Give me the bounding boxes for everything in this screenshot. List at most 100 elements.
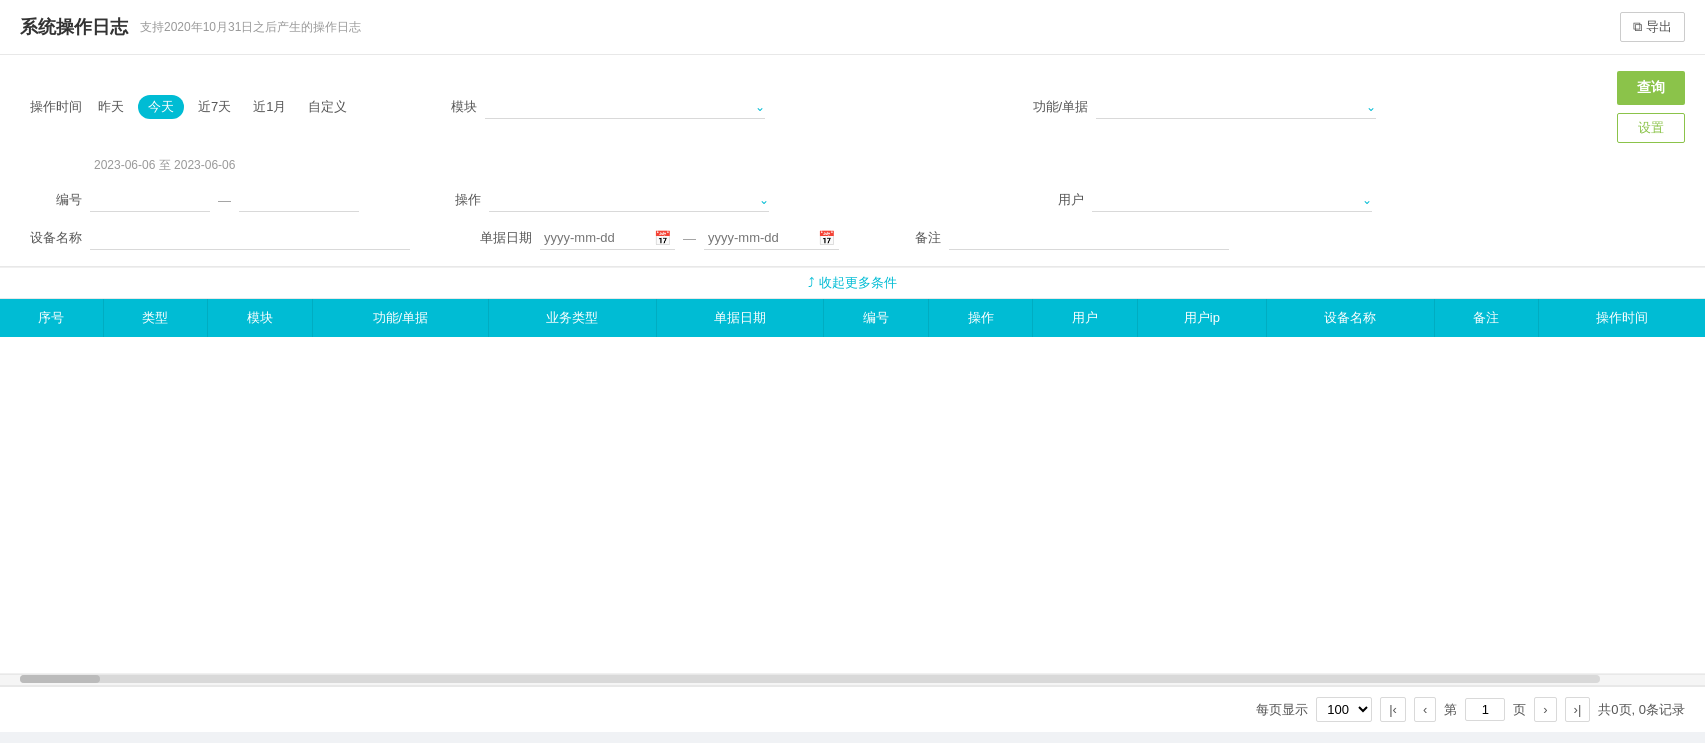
collapse-bar[interactable]: ⤴ 收起更多条件 — [0, 267, 1705, 299]
time-btn-custom[interactable]: 自定义 — [300, 95, 355, 119]
collapse-up-icon: ⤴ — [808, 275, 815, 290]
func-label: 功能/单据 — [1026, 98, 1096, 116]
date-filter-item: 单据日期 📅 — 📅 — [470, 226, 839, 250]
module-select[interactable]: ⌄ — [485, 95, 765, 119]
empty-area — [8, 345, 1697, 665]
scrollbar-track — [20, 675, 1600, 683]
operation-input[interactable] — [489, 192, 755, 207]
col-module: 模块 — [208, 299, 312, 337]
scrollbar-thumb[interactable] — [20, 675, 100, 683]
page-header: 系统操作日志 支持2020年10月31日之后产生的操作日志 ⧉ 导出 — [0, 0, 1705, 55]
col-remark: 备注 — [1434, 299, 1538, 337]
date-label: 单据日期 — [470, 229, 540, 247]
col-seq: 序号 — [0, 299, 103, 337]
col-user-ip: 用户ip — [1137, 299, 1266, 337]
page-number-input[interactable] — [1465, 698, 1505, 721]
first-page-button[interactable]: |‹ — [1380, 697, 1406, 722]
pagination-bar: 每页显示 100 50 200 |‹ ‹ 第 页 › ›| 共0页, 0条记录 — [0, 686, 1705, 732]
col-op-time: 操作时间 — [1538, 299, 1705, 337]
data-table: 序号 类型 模块 功能/单据 业务类型 单据日期 编号 操作 用户 用户ip 设… — [0, 299, 1705, 674]
table-body — [0, 337, 1705, 674]
last-page-button[interactable]: ›| — [1565, 697, 1591, 722]
module-filter-item: 模块 ⌄ — [415, 95, 986, 119]
device-input[interactable] — [90, 226, 410, 250]
user-filter-item: 用户 ⌄ — [1022, 188, 1585, 212]
col-device: 设备名称 — [1266, 299, 1434, 337]
operation-label: 操作 — [419, 191, 489, 209]
header-left: 系统操作日志 支持2020年10月31日之后产生的操作日志 — [20, 15, 361, 39]
num-input-end[interactable] — [239, 188, 359, 212]
export-button[interactable]: ⧉ 导出 — [1620, 12, 1685, 42]
col-func: 功能/单据 — [312, 299, 488, 337]
num-filter-item: 编号 — — [20, 188, 359, 212]
module-input[interactable] — [485, 99, 751, 114]
total-info: 共0页, 0条记录 — [1598, 701, 1685, 719]
module-label: 模块 — [415, 98, 485, 116]
func-input[interactable] — [1096, 99, 1362, 114]
operation-filter-item: 操作 ⌄ — [419, 188, 982, 212]
page-unit: 页 — [1513, 701, 1526, 719]
device-filter-item: 设备名称 — [20, 226, 410, 250]
filter-section: 操作时间 昨天 今天 近7天 近1月 自定义 模块 ⌄ 功能/单据 — [0, 55, 1705, 267]
empty-row — [0, 337, 1705, 674]
date-dash: — — [683, 231, 696, 246]
func-filter-item: 功能/单据 ⌄ — [1026, 95, 1597, 119]
filter-row-1b: 2023-06-06 至 2023-06-06 — [20, 157, 1685, 174]
remark-filter-item: 备注 — [879, 226, 1229, 250]
collapse-label: 收起更多条件 — [819, 275, 897, 290]
calendar-start-icon[interactable]: 📅 — [650, 230, 675, 246]
col-biz-type: 业务类型 — [489, 299, 657, 337]
table-section: 序号 类型 模块 功能/单据 业务类型 单据日期 编号 操作 用户 用户ip 设… — [0, 299, 1705, 674]
time-filter-item: 操作时间 昨天 今天 近7天 近1月 自定义 — [20, 95, 355, 119]
page-label: 第 — [1444, 701, 1457, 719]
page-subtitle: 支持2020年10月31日之后产生的操作日志 — [140, 19, 361, 36]
time-btn-7days[interactable]: 近7天 — [190, 95, 239, 119]
next-page-button[interactable]: › — [1534, 697, 1556, 722]
col-user: 用户 — [1033, 299, 1137, 337]
func-chevron-icon: ⌄ — [1366, 100, 1376, 114]
user-select[interactable]: ⌄ — [1092, 188, 1372, 212]
operation-select[interactable]: ⌄ — [489, 188, 769, 212]
time-filter-group: 昨天 今天 近7天 近1月 自定义 — [90, 95, 355, 119]
per-page-label: 每页显示 — [1256, 701, 1308, 719]
prev-page-button[interactable]: ‹ — [1414, 697, 1436, 722]
date-end-wrapper: 📅 — [704, 226, 839, 250]
col-num: 编号 — [824, 299, 928, 337]
action-buttons: 查询 设置 — [1617, 71, 1685, 143]
remark-label: 备注 — [879, 229, 949, 247]
time-btn-today[interactable]: 今天 — [138, 95, 184, 119]
device-label: 设备名称 — [20, 229, 90, 247]
operation-chevron-icon: ⌄ — [759, 193, 769, 207]
export-icon: ⧉ — [1633, 19, 1642, 35]
date-start-wrapper: 📅 — [540, 226, 675, 250]
module-chevron-icon: ⌄ — [755, 100, 765, 114]
user-label: 用户 — [1022, 191, 1092, 209]
user-chevron-icon: ⌄ — [1362, 193, 1372, 207]
func-select[interactable]: ⌄ — [1096, 95, 1376, 119]
table-header: 序号 类型 模块 功能/单据 业务类型 单据日期 编号 操作 用户 用户ip 设… — [0, 299, 1705, 337]
time-btn-yesterday[interactable]: 昨天 — [90, 95, 132, 119]
num-input-start[interactable] — [90, 188, 210, 212]
num-dash: — — [218, 193, 231, 208]
col-operation: 操作 — [928, 299, 1032, 337]
col-doc-date: 单据日期 — [656, 299, 824, 337]
user-input[interactable] — [1092, 192, 1358, 207]
settings-button[interactable]: 设置 — [1617, 113, 1685, 143]
date-start-input[interactable] — [540, 226, 650, 249]
table-header-row: 序号 类型 模块 功能/单据 业务类型 单据日期 编号 操作 用户 用户ip 设… — [0, 299, 1705, 337]
date-end-input[interactable] — [704, 226, 814, 249]
scrollbar-area[interactable] — [0, 674, 1705, 686]
calendar-end-icon[interactable]: 📅 — [814, 230, 839, 246]
page-size-select[interactable]: 100 50 200 — [1316, 697, 1372, 722]
filter-row-3: 设备名称 单据日期 📅 — 📅 备注 — [20, 226, 1685, 250]
time-btn-1month[interactable]: 近1月 — [245, 95, 294, 119]
filter-row-1: 操作时间 昨天 今天 近7天 近1月 自定义 模块 ⌄ 功能/单据 — [20, 71, 1685, 143]
time-label: 操作时间 — [20, 98, 90, 116]
page-title: 系统操作日志 — [20, 15, 128, 39]
filter-row-2: 编号 — 操作 ⌄ 用户 ⌄ — [20, 188, 1685, 212]
num-label: 编号 — [20, 191, 90, 209]
col-type: 类型 — [103, 299, 207, 337]
remark-input[interactable] — [949, 226, 1229, 250]
query-button[interactable]: 查询 — [1617, 71, 1685, 105]
export-label: 导出 — [1646, 18, 1672, 36]
